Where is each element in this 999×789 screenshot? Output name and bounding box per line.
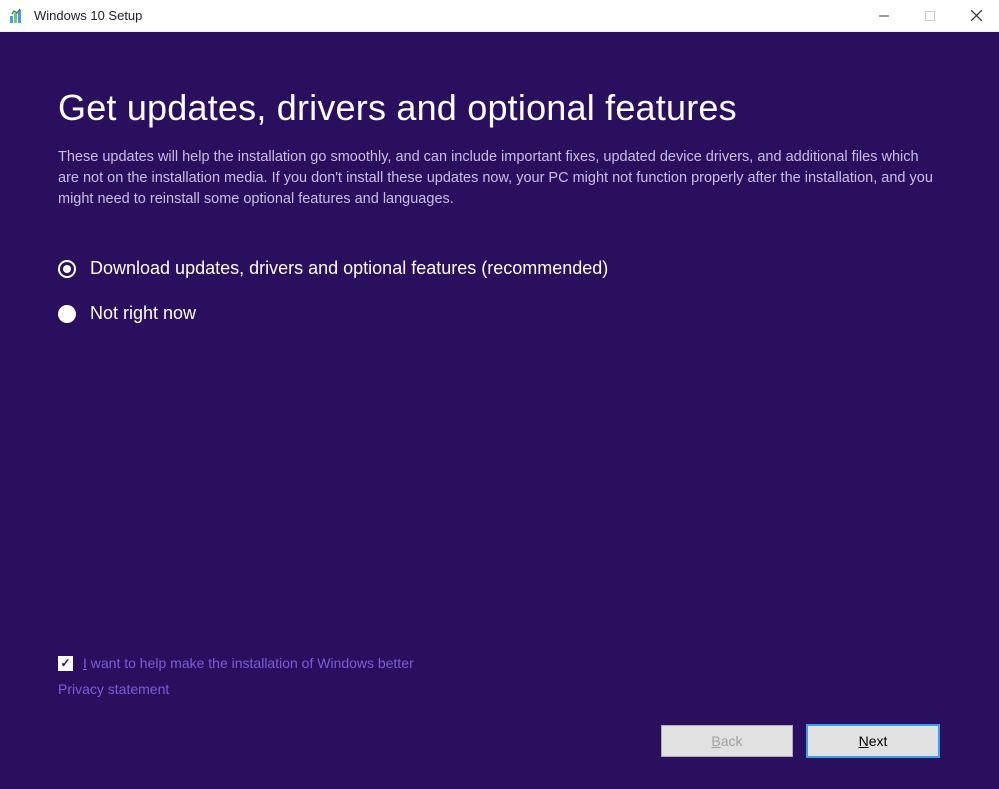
- radio-icon: [58, 260, 76, 278]
- update-options-group: Download updates, drivers and optional f…: [58, 258, 939, 324]
- close-button[interactable]: [953, 0, 999, 31]
- titlebar: Windows 10 Setup: [0, 0, 999, 32]
- radio-icon: [58, 305, 76, 323]
- page-title: Get updates, drivers and optional featur…: [58, 87, 939, 129]
- option-not-right-now[interactable]: Not right now: [58, 303, 939, 324]
- back-button: Back: [661, 725, 793, 757]
- maximize-button: [907, 0, 953, 31]
- page-description: These updates will help the installation…: [58, 147, 938, 210]
- nav-buttons: Back Next: [58, 725, 939, 757]
- setup-icon: [8, 7, 26, 25]
- window-controls: [861, 0, 999, 31]
- content-area: Get updates, drivers and optional featur…: [0, 32, 999, 789]
- minimize-button[interactable]: [861, 0, 907, 31]
- telemetry-label: I want to help make the installation of …: [83, 655, 414, 671]
- next-button[interactable]: Next: [807, 725, 939, 757]
- radio-label: Not right now: [90, 303, 196, 324]
- footer-area: ✓ I want to help make the installation o…: [58, 655, 939, 769]
- privacy-statement-link[interactable]: Privacy statement: [58, 681, 939, 697]
- checkbox-icon: ✓: [58, 656, 73, 671]
- radio-label: Download updates, drivers and optional f…: [90, 258, 608, 279]
- option-download-updates[interactable]: Download updates, drivers and optional f…: [58, 258, 939, 279]
- telemetry-checkbox-row[interactable]: ✓ I want to help make the installation o…: [58, 655, 939, 671]
- window-title: Windows 10 Setup: [34, 8, 861, 23]
